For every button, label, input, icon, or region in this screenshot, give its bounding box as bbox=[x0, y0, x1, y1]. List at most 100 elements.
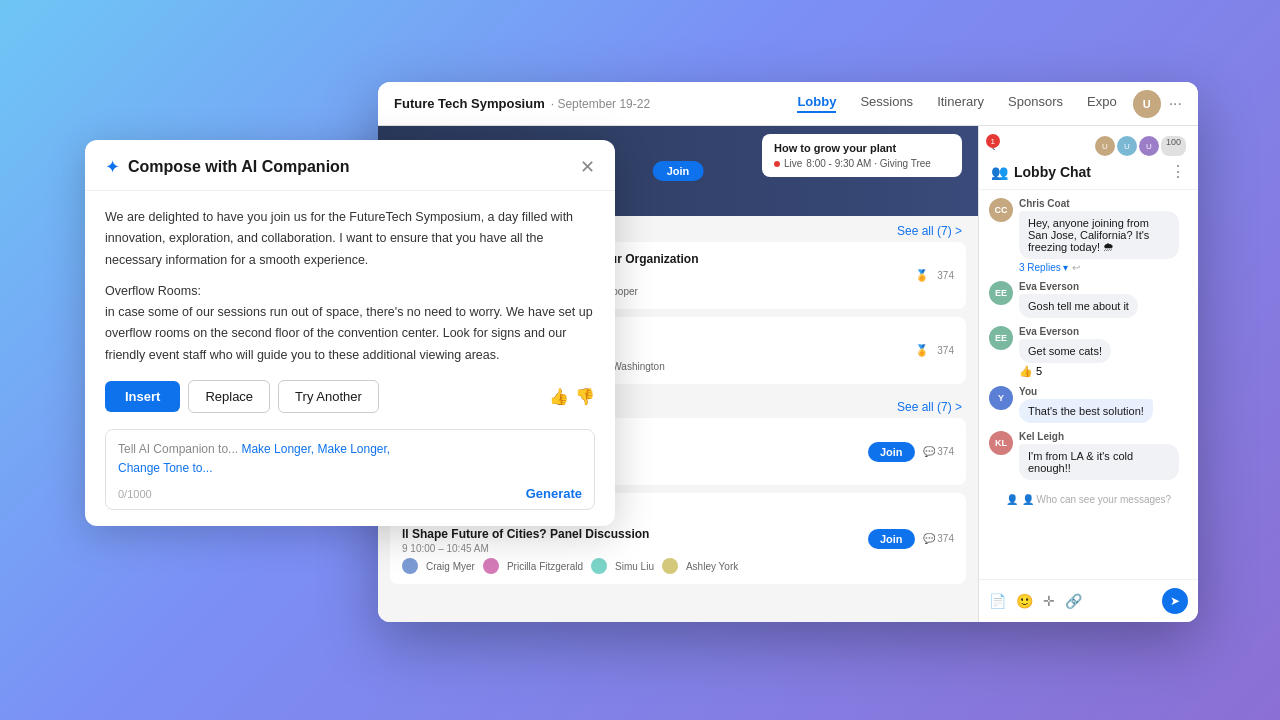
nav-itinerary[interactable]: Itinerary bbox=[937, 94, 984, 113]
nav-sessions[interactable]: Sessions bbox=[860, 94, 913, 113]
msg-body: Eva Everson Get some cats! 👍 5 bbox=[1019, 326, 1188, 378]
app-title: Future Tech Symposium bbox=[394, 96, 545, 111]
session-join-button[interactable]: Join bbox=[868, 442, 915, 462]
try-another-button[interactable]: Try Another bbox=[278, 380, 379, 413]
speaker-name: Simu Liu bbox=[615, 561, 654, 572]
link-icon[interactable]: 🔗 bbox=[1065, 593, 1082, 609]
hint-change-tone[interactable]: Change Tone to... bbox=[118, 461, 213, 475]
session-time: 9 10:00 – 10:45 AM bbox=[402, 543, 868, 554]
session-count: 374 bbox=[937, 270, 954, 281]
ai-generated-text: We are delighted to have you join us for… bbox=[105, 207, 595, 366]
insert-button[interactable]: Insert bbox=[105, 381, 180, 412]
chat-avatar: U bbox=[1095, 136, 1115, 156]
prompt-label: Tell AI Companion to... bbox=[118, 442, 238, 456]
send-button[interactable]: ➤ bbox=[1162, 588, 1188, 614]
speaker-avatar bbox=[483, 558, 499, 574]
chat-more-icon[interactable]: ⋮ bbox=[1170, 162, 1186, 181]
ai-text-p2: Overflow Rooms: in case some of our sess… bbox=[105, 281, 595, 366]
reactions: 👍 5 bbox=[1019, 365, 1188, 378]
session-right: Join 💬 374 bbox=[868, 442, 954, 462]
chat-avatar: U bbox=[1117, 136, 1137, 156]
chat-title-row: 👥 Lobby Chat ⋮ bbox=[991, 162, 1186, 181]
speaker-avatar bbox=[402, 558, 418, 574]
msg-avatar: EE bbox=[989, 326, 1013, 350]
msg-sender: Chris Coat bbox=[1019, 198, 1188, 209]
speaker-avatar bbox=[662, 558, 678, 574]
see-all-link-2[interactable]: See all (7) > bbox=[897, 400, 962, 414]
msg-bubble: Hey, anyone joining from San Jose, Calif… bbox=[1019, 211, 1179, 259]
msg-bubble: Get some cats! bbox=[1019, 339, 1111, 363]
ai-companion-modal: ✦ Compose with AI Companion ✕ We are del… bbox=[85, 140, 615, 526]
session-right: Join 💬 374 bbox=[868, 529, 954, 549]
nav-sponsors[interactable]: Sponsors bbox=[1008, 94, 1063, 113]
ai-prompt-area: Tell AI Companion to... Make Longer, Mak… bbox=[105, 429, 595, 510]
msg-bubble: Gosh tell me about it bbox=[1019, 294, 1138, 318]
ai-modal-header: ✦ Compose with AI Companion ✕ bbox=[85, 140, 615, 191]
app-subtitle: · September 19-22 bbox=[551, 97, 650, 111]
session-right: 🏅 374 bbox=[915, 269, 954, 282]
ai-actions: Insert Replace Try Another 👍 👎 bbox=[105, 380, 595, 413]
nav-more-icon[interactable]: ··· bbox=[1169, 95, 1182, 113]
thumbs-down-button[interactable]: 👎 bbox=[575, 387, 595, 406]
msg-avatar: KL bbox=[989, 431, 1013, 455]
chat-message: KL Kel Leigh I'm from LA & it's cold eno… bbox=[989, 431, 1188, 480]
speaker-name: Pricilla Fitzgerald bbox=[507, 561, 583, 572]
see-all-link-1[interactable]: See all (7) > bbox=[897, 224, 962, 238]
hero-card: How to grow your plant Live 8:00 - 9:30 … bbox=[762, 134, 962, 177]
chat-title: Lobby Chat bbox=[1014, 164, 1091, 180]
msg-bubble: That's the best solution! bbox=[1019, 399, 1153, 423]
replies-link[interactable]: 3 Replies ▾ bbox=[1019, 262, 1068, 273]
hero-card-live: Live 8:00 - 9:30 AM · Giving Tree bbox=[774, 158, 950, 169]
ai-title-row: ✦ Compose with AI Companion bbox=[105, 156, 350, 178]
back-icon-wrap: ‹ 1 bbox=[991, 138, 996, 154]
msg-sender: Eva Everson bbox=[1019, 326, 1188, 337]
session-count: 💬 374 bbox=[923, 446, 954, 457]
live-dot bbox=[774, 161, 780, 167]
who-sees-icon: 👤 bbox=[1006, 494, 1018, 505]
hint-make-longer-1[interactable]: Make Longer, bbox=[241, 442, 314, 456]
hero-card-title: How to grow your plant bbox=[774, 142, 950, 154]
user-avatar[interactable]: U bbox=[1133, 90, 1161, 118]
msg-sender: You bbox=[1019, 386, 1188, 397]
nav-expo[interactable]: Expo bbox=[1087, 94, 1117, 113]
chat-message: CC Chris Coat Hey, anyone joining from S… bbox=[989, 198, 1188, 273]
speaker-name: Craig Myer bbox=[426, 561, 475, 572]
ai-text-overflow-label: Overflow Rooms: bbox=[105, 284, 201, 298]
hero-live-label: Live bbox=[784, 158, 802, 169]
chat-footer: 📄 🙂 ✛ 🔗 ➤ bbox=[979, 579, 1198, 622]
hint-make-longer-2[interactable]: Make Longer, bbox=[317, 442, 390, 456]
session-emoji: 🏅 bbox=[915, 344, 929, 357]
ai-modal-title: Compose with AI Companion bbox=[128, 158, 350, 176]
notification-badge: 1 bbox=[986, 134, 1000, 148]
nav-lobby[interactable]: Lobby bbox=[797, 94, 836, 113]
chat-panel: ‹ 1 U U U 100 👥 Lobby Chat ⋮ bbox=[978, 126, 1198, 622]
msg-body: Kel Leigh I'm from LA & it's cold enough… bbox=[1019, 431, 1188, 480]
attachment-icon[interactable]: 📄 bbox=[989, 593, 1006, 609]
session-join-button[interactable]: Join bbox=[868, 529, 915, 549]
chat-avatar: U bbox=[1139, 136, 1159, 156]
chat-messages: CC Chris Coat Hey, anyone joining from S… bbox=[979, 190, 1198, 579]
replies-bar: 3 Replies ▾ ↩ bbox=[1019, 262, 1188, 273]
hero-card-time: 8:00 - 9:30 AM · Giving Tree bbox=[806, 158, 931, 169]
emoji-picker-icon[interactable]: 🙂 bbox=[1016, 593, 1033, 609]
nav-links: Lobby Sessions Itinerary Sponsors Expo bbox=[797, 94, 1116, 113]
ai-close-button[interactable]: ✕ bbox=[580, 156, 595, 178]
chat-avatars: U U U 100 bbox=[1095, 136, 1186, 156]
plus-icon[interactable]: ✛ bbox=[1043, 593, 1055, 609]
replace-button[interactable]: Replace bbox=[188, 380, 270, 413]
msg-body: Eva Everson Gosh tell me about it bbox=[1019, 281, 1188, 318]
thumbs-up-button[interactable]: 👍 bbox=[549, 387, 569, 406]
people-icon: 👥 bbox=[991, 164, 1008, 180]
chat-header: ‹ 1 U U U 100 👥 Lobby Chat ⋮ bbox=[979, 126, 1198, 190]
generate-button[interactable]: Generate bbox=[526, 486, 582, 501]
ai-prompt-footer: 0/1000 Generate bbox=[106, 482, 594, 509]
hero-join-button[interactable]: Join bbox=[653, 161, 704, 181]
reply-icon: ↩ bbox=[1072, 262, 1080, 273]
feedback-icons: 👍 👎 bbox=[549, 387, 595, 406]
msg-avatar: Y bbox=[989, 386, 1013, 410]
chat-header-top: ‹ 1 U U U 100 bbox=[991, 136, 1186, 156]
msg-body: You That's the best solution! bbox=[1019, 386, 1188, 423]
ai-text-p3: in case some of our sessions run out of … bbox=[105, 305, 593, 362]
chat-message: Y You That's the best solution! bbox=[989, 386, 1188, 423]
chat-message: EE Eva Everson Gosh tell me about it bbox=[989, 281, 1188, 318]
